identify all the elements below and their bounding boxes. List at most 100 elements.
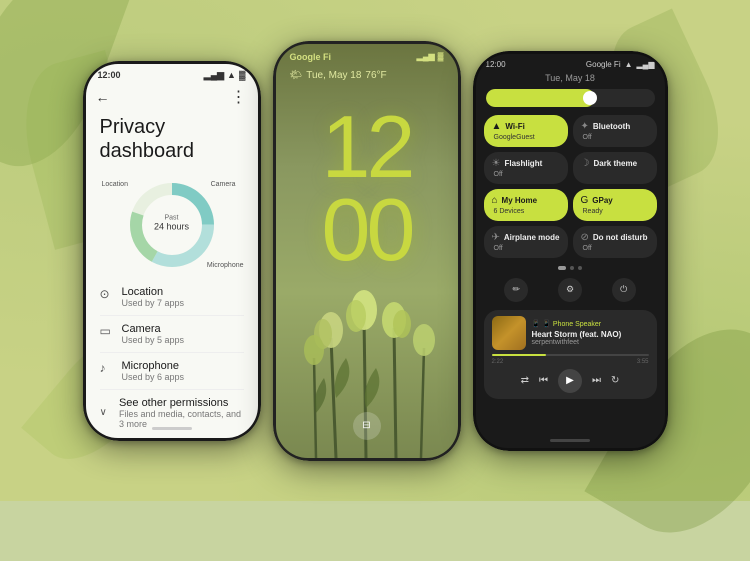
phone1-wifi-icon: ▲ [227,70,236,80]
location-sub: Used by 7 apps [122,298,185,308]
phone1-bezel: 12:00 ▂▄▆ ▲ ▓ ← ⋮ Privacy dashboard Lo [83,61,261,441]
qs-tile-bluetooth[interactable]: ✦ Bluetooth Off [573,115,657,147]
edit-button[interactable]: ✏ [504,278,528,302]
location-info: Location Used by 7 apps [122,286,185,308]
dark-name: Dark theme [593,159,637,168]
phone2-screen: Google Fi ▂▄▆ ▓ 🌤 Tue, May 18 76°F 12 [276,44,458,458]
media-top: 📱 📱 Phone Speaker Heart Storm (feat. NAO… [492,316,649,350]
phone2-bezel: Google Fi ▂▄▆ ▓ 🌤 Tue, May 18 76°F 12 [273,41,461,461]
qs-flash-header: ☀ Flashlight [492,158,560,169]
phone1-screen: 12:00 ▂▄▆ ▲ ▓ ← ⋮ Privacy dashboard Lo [86,64,258,438]
mic-sub: Used by 6 apps [122,372,185,382]
qs-airplane-header: ✈ Airplane mode [492,232,560,243]
media-title: Heart Storm (feat. NAO) [532,330,649,339]
qs-bt-header: ✦ Bluetooth [581,121,649,132]
brightness-bar[interactable] [486,89,655,107]
phone3-bezel: 12:00 Google Fi ▲ ▂▄▆ Tue, May 18 [473,51,668,451]
page-indicator [476,262,665,274]
phone3: 12:00 Google Fi ▲ ▂▄▆ Tue, May 18 [473,51,668,451]
camera-icon: ▭ [100,324,114,338]
phone2-weather-icon: 🌤 [290,70,303,81]
qs-tile-myhome[interactable]: ⌂ My Home 6 Devices [484,189,568,221]
phone3-status-bar: 12:00 Google Fi ▲ ▂▄▆ [476,54,665,71]
power-button[interactable]: ⏻ [612,278,636,302]
qs-tile-gpay[interactable]: G GPay Ready [573,189,657,221]
wifi-icon: ▲ [492,121,502,132]
phone2-temp: 76°F [365,70,386,81]
media-source: 📱 📱 Phone Speaker [532,320,649,328]
media-play-pause-button[interactable]: ▶ [558,369,582,393]
brightness-fill [486,89,596,107]
phones-container: 12:00 ▂▄▆ ▲ ▓ ← ⋮ Privacy dashboard Lo [0,0,750,501]
camera-name: Camera [122,323,185,335]
phone3-screen: 12:00 Google Fi ▲ ▂▄▆ Tue, May 18 [476,54,665,448]
brightness-knob[interactable] [583,91,597,105]
media-progress-bar[interactable] [492,354,649,356]
bt-sub: Off [581,134,649,141]
dnd-name: Do not disturb [593,233,648,242]
phone3-status-right: Google Fi ▲ ▂▄▆ [586,60,655,69]
qs-tile-dnd[interactable]: ⊘ Do not disturb Off [573,226,657,258]
permission-location[interactable]: ⊙ Location Used by 7 apps [100,279,244,316]
home-sub: 6 Devices [492,208,560,215]
gpay-sub: Ready [581,208,649,215]
phone3-time: 12:00 [486,60,506,69]
qs-wifi-header: ▲ Wi-Fi [492,121,560,132]
qs-tile-flashlight[interactable]: ☀ Flashlight Off [484,152,568,184]
flash-name: Flashlight [504,159,542,168]
quick-action-bar: ✏ ⚙ ⏻ [476,274,665,306]
media-shuffle-button[interactable]: ⇄ [521,375,529,386]
qs-home-header: ⌂ My Home [492,195,560,206]
gpay-icon: G [581,195,589,206]
see-more-info: See other permissions Files and media, c… [119,397,244,429]
qs-tile-dark-theme[interactable]: ☽ Dark theme [573,152,657,184]
flash-sub: Off [492,171,560,178]
phone2: Google Fi ▂▄▆ ▓ 🌤 Tue, May 18 76°F 12 [273,41,461,461]
phone1-status-bar: 12:00 ▂▄▆ ▲ ▓ [86,64,258,83]
qs-dark-header: ☽ Dark theme [581,158,649,169]
airplane-name: Airplane mode [504,233,560,242]
phone3-date: Tue, May 18 [476,71,665,87]
phone3-signal-icon: ▂▄▆ [637,60,655,69]
clock-hours: 12 [322,105,412,189]
phone1-time: 12:00 [98,70,121,80]
media-repeat-button[interactable]: ↻ [611,375,619,386]
chart-label-microphone: Microphone [207,262,244,269]
dot-2 [570,266,574,270]
airplane-sub: Off [492,245,560,252]
phone1-more-button[interactable]: ⋮ [231,87,248,107]
settings-button[interactable]: ⚙ [558,278,582,302]
gpay-name: GPay [592,196,612,205]
mic-name: Microphone [122,360,185,372]
permission-microphone[interactable]: ♪ Microphone Used by 6 apps [100,353,244,390]
media-progress-fill [492,354,547,356]
phone2-nav-button[interactable]: ⊟ [353,412,381,440]
microphone-icon: ♪ [100,361,114,375]
media-current-time: 2:22 [492,359,504,365]
bt-name: Bluetooth [593,122,630,131]
media-prev-button[interactable]: ⏮ [539,375,548,386]
media-time-row: 2:22 3:55 [492,359,649,365]
brightness-slider-container [476,87,665,111]
phone2-date: Tue, May 18 [306,70,361,81]
media-controls: ⇄ ⏮ ▶ ⏭ ↻ [492,369,649,393]
phone2-status-bar: Google Fi ▂▄▆ ▓ [276,44,458,66]
phone1-home-indicator [152,427,192,430]
media-total-time: 3:55 [637,359,649,365]
flashlight-icon: ☀ [492,158,501,169]
dnd-sub: Off [581,245,649,252]
qs-tile-wifi[interactable]: ▲ Wi-Fi GoogleGuest [484,115,568,147]
quick-settings-grid: ▲ Wi-Fi GoogleGuest ✦ Bluetooth Off [476,111,665,262]
phone1-title: Privacy dashboard [86,107,258,167]
chart-past-label: Past [154,214,189,221]
phone1-back-button[interactable]: ← [96,89,110,105]
phone2-status-left: Google Fi [290,52,332,62]
see-sub: Files and media, contacts, and 3 more [119,409,244,429]
phone-speaker-icon: 📱 [532,320,541,328]
qs-tile-airplane[interactable]: ✈ Airplane mode Off [484,226,568,258]
permission-camera[interactable]: ▭ Camera Used by 5 apps [100,316,244,353]
qs-dnd-header: ⊘ Do not disturb [581,232,649,243]
chevron-down-icon: ∨ [100,407,111,418]
dot-1 [558,266,566,270]
media-next-button[interactable]: ⏭ [592,375,601,386]
